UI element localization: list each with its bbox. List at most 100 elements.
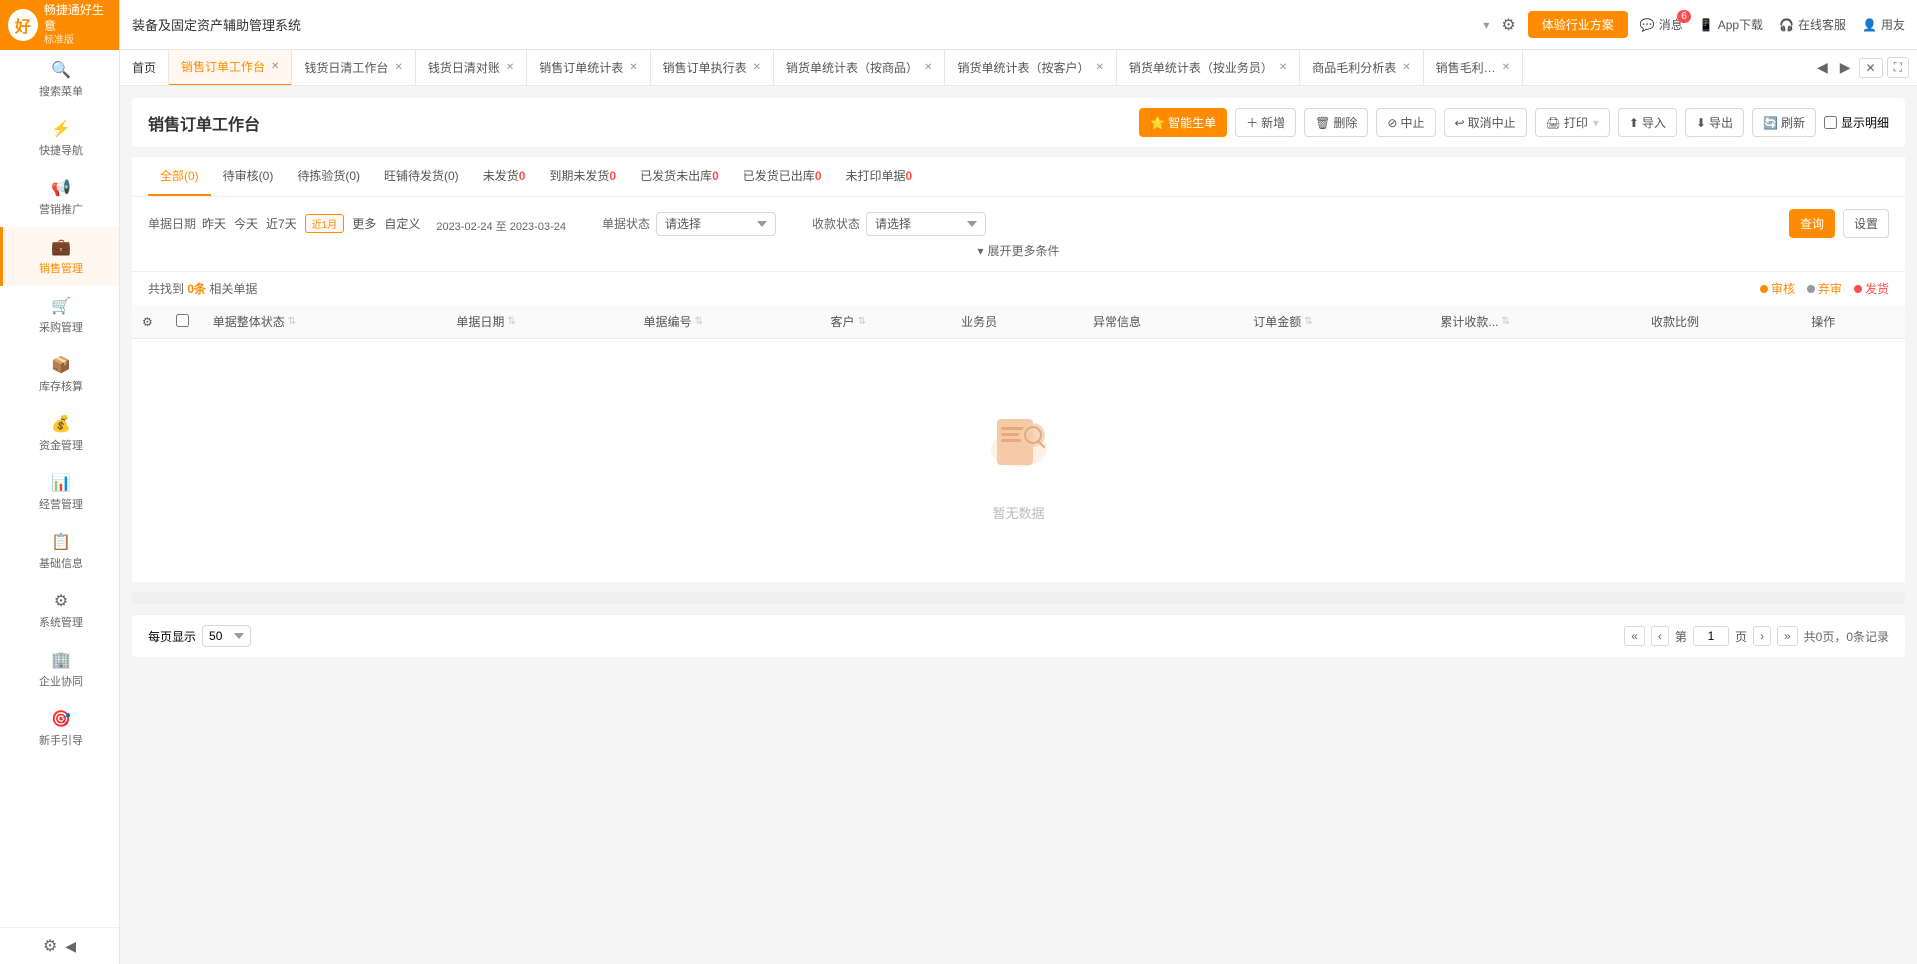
sidebar-item-inventory[interactable]: 📦库存核算 — [0, 345, 119, 404]
sidebar-item-enterprise[interactable]: 🏢企业协同 — [0, 640, 119, 699]
online-service-btn[interactable]: 🎧 在线客服 — [1779, 16, 1846, 33]
sidebar-item-marketing[interactable]: 📢营销推广 — [0, 168, 119, 227]
date-1month[interactable]: 近1月 — [305, 214, 345, 233]
sidebar-item-sales[interactable]: 💼销售管理 — [0, 227, 119, 286]
tab-prev-btn[interactable]: ◀ — [1813, 57, 1832, 78]
date-7days[interactable]: 近7天 — [266, 215, 297, 232]
tab-label-9: 商品毛利分析表 — [1312, 59, 1396, 76]
th-settings[interactable]: ⚙ — [132, 305, 163, 339]
export-btn[interactable]: ⬇ 导出 — [1685, 108, 1744, 137]
tab-close-4[interactable]: ✕ — [629, 62, 637, 73]
payment-select[interactable]: 请选择 — [866, 212, 986, 236]
tab-close-6[interactable]: ✕ — [924, 62, 932, 73]
date-yesterday[interactable]: 昨天 — [202, 215, 226, 232]
tab-6[interactable]: 销货单统计表（按商品）✕ — [774, 50, 945, 86]
date-more[interactable]: 更多 — [352, 215, 376, 232]
tab-close-9[interactable]: ✕ — [1402, 62, 1410, 73]
sidebar-bottom: ⚙ ◀ — [0, 927, 119, 964]
date-range-display: 2023-02-24 至 2023-03-24 — [436, 214, 566, 234]
filter-tab-0[interactable]: 全部(0) — [148, 157, 211, 196]
tab-4[interactable]: 销售订单统计表✕ — [527, 50, 650, 86]
tab-8[interactable]: 销货单统计表（按业务员）✕ — [1117, 50, 1300, 86]
date-today[interactable]: 今天 — [234, 215, 258, 232]
filter-tab-3[interactable]: 旺铺待发货(0) — [372, 157, 471, 196]
prev-page-btn[interactable]: ‹ — [1651, 626, 1669, 646]
next-page-btn[interactable]: › — [1753, 626, 1771, 646]
tab-0[interactable]: 首页 — [120, 50, 169, 86]
tab-10[interactable]: 销售毛利…✕ — [1424, 50, 1523, 86]
delete-btn[interactable]: 🗑 删除 — [1304, 108, 1368, 137]
import-btn[interactable]: ⬆ 导入 — [1618, 108, 1677, 137]
stop-btn[interactable]: ⊘ 中止 — [1376, 108, 1435, 137]
filter-tab-7[interactable]: 已发货已出库0 — [731, 157, 834, 196]
filter-buttons: 查询 设置 — [1789, 209, 1889, 238]
filter-area: 单据日期 昨天 今天 近7天 近1月 更多 自定义 2023-02-24 至 2… — [132, 197, 1905, 271]
status-filter: 单据状态 请选择 — [602, 212, 776, 236]
sidebar-settings-icon[interactable]: ⚙ — [43, 936, 57, 956]
tab-close-1[interactable]: ✕ — [271, 61, 279, 72]
tab-close-7[interactable]: ✕ — [1095, 62, 1103, 73]
th-checkbox[interactable] — [163, 305, 203, 339]
sidebar-item-guide[interactable]: 🎯新手引导 — [0, 699, 119, 758]
print-btn[interactable]: 🖨 打印 ▾ — [1535, 108, 1610, 137]
sidebar-item-basic[interactable]: 📋基础信息 — [0, 522, 119, 581]
tabs-bar: 首页销售订单工作台✕钱货日清工作台✕钱货日清对账✕销售订单统计表✕销售订单执行表… — [120, 50, 1917, 86]
tab-label-0: 首页 — [132, 59, 156, 76]
cancel-stop-btn[interactable]: ↩ 取消中止 — [1444, 108, 1527, 137]
tab-next-btn[interactable]: ▶ — [1836, 57, 1855, 78]
cancel-audit-btn[interactable]: 弃审 — [1807, 280, 1842, 297]
import-icon: ⬆ — [1629, 116, 1639, 130]
user-btn[interactable]: 👤 用友 — [1862, 16, 1905, 33]
topbar-settings-icon[interactable]: ⚙ — [1501, 15, 1515, 35]
refresh-btn[interactable]: 🔄 刷新 — [1752, 108, 1816, 137]
tab-5[interactable]: 销售订单执行表✕ — [651, 50, 774, 86]
last-page-btn[interactable]: » — [1777, 626, 1798, 646]
audit-dot — [1760, 285, 1768, 293]
experience-btn[interactable]: 体验行业方案 — [1528, 11, 1628, 38]
tab-1[interactable]: 销售订单工作台✕ — [169, 50, 292, 86]
sidebar-collapse-icon[interactable]: ◀ — [65, 938, 76, 955]
tab-close-3[interactable]: ✕ — [506, 62, 514, 73]
filter-tab-4[interactable]: 未发货0 — [471, 157, 538, 196]
tab-close-all-btn[interactable]: ✕ — [1859, 58, 1883, 78]
filter-tab-1[interactable]: 待审核(0) — [211, 157, 286, 196]
sidebar-item-purchase[interactable]: 🛒采购管理 — [0, 286, 119, 345]
message-btn[interactable]: 💬 消息 6 — [1640, 16, 1683, 33]
th-number: 单据编号⇅ — [633, 305, 820, 339]
horizontal-scrollbar[interactable] — [132, 592, 1905, 604]
tab-close-2[interactable]: ✕ — [394, 62, 402, 73]
sidebar-item-system[interactable]: ⚙系统管理 — [0, 581, 119, 640]
per-page-select[interactable]: 50 10 20 100 — [202, 625, 251, 647]
query-btn[interactable]: 查询 — [1789, 209, 1835, 238]
add-btn[interactable]: ＋ 新增 — [1235, 108, 1296, 137]
tab-close-5[interactable]: ✕ — [753, 62, 761, 73]
tab-maximize-btn[interactable]: ⛶ — [1887, 57, 1909, 78]
smart-create-btn[interactable]: ⭐ 智能生单 — [1139, 108, 1227, 137]
filter-tab-2[interactable]: 待拣验货(0) — [285, 157, 372, 196]
settings-btn[interactable]: 设置 — [1843, 209, 1889, 238]
sidebar-item-finance[interactable]: 💰资金管理 — [0, 404, 119, 463]
app-download-btn[interactable]: 📱 App下载 — [1699, 16, 1763, 33]
tab-3[interactable]: 钱货日清对账✕ — [416, 50, 527, 86]
sidebar-label-system: 系统管理 — [39, 614, 83, 630]
first-page-btn[interactable]: « — [1624, 626, 1645, 646]
sidebar-item-quick-nav[interactable]: ⚡快捷导航 — [0, 109, 119, 168]
tab-close-10[interactable]: ✕ — [1502, 62, 1510, 73]
filter-tab-6[interactable]: 已发货未出库0 — [628, 157, 731, 196]
filter-tab-5[interactable]: 到期未发货0 — [537, 157, 628, 196]
tab-7[interactable]: 销货单统计表（按客户）✕ — [945, 50, 1116, 86]
page-input[interactable] — [1693, 626, 1729, 646]
tab-close-8[interactable]: ✕ — [1279, 62, 1287, 73]
tab-2[interactable]: 钱货日清工作台✕ — [292, 50, 415, 86]
date-custom[interactable]: 自定义 — [384, 215, 420, 232]
filter-tab-8[interactable]: 未打印单据0 — [834, 157, 925, 196]
topbar-dropdown-icon[interactable]: ▾ — [1483, 18, 1489, 32]
status-select[interactable]: 请选择 — [656, 212, 776, 236]
ship-btn[interactable]: 发货 — [1854, 280, 1889, 297]
audit-btn[interactable]: 审核 — [1760, 280, 1795, 297]
sidebar-item-operation[interactable]: 📊经营管理 — [0, 463, 119, 522]
show-detail-checkbox[interactable]: 显示明细 — [1824, 114, 1889, 131]
expand-more-btn[interactable]: ▾ 展开更多条件 — [977, 242, 1059, 259]
sidebar-item-search[interactable]: 🔍搜索菜单 — [0, 50, 119, 109]
tab-9[interactable]: 商品毛利分析表 ✕ — [1300, 50, 1423, 86]
